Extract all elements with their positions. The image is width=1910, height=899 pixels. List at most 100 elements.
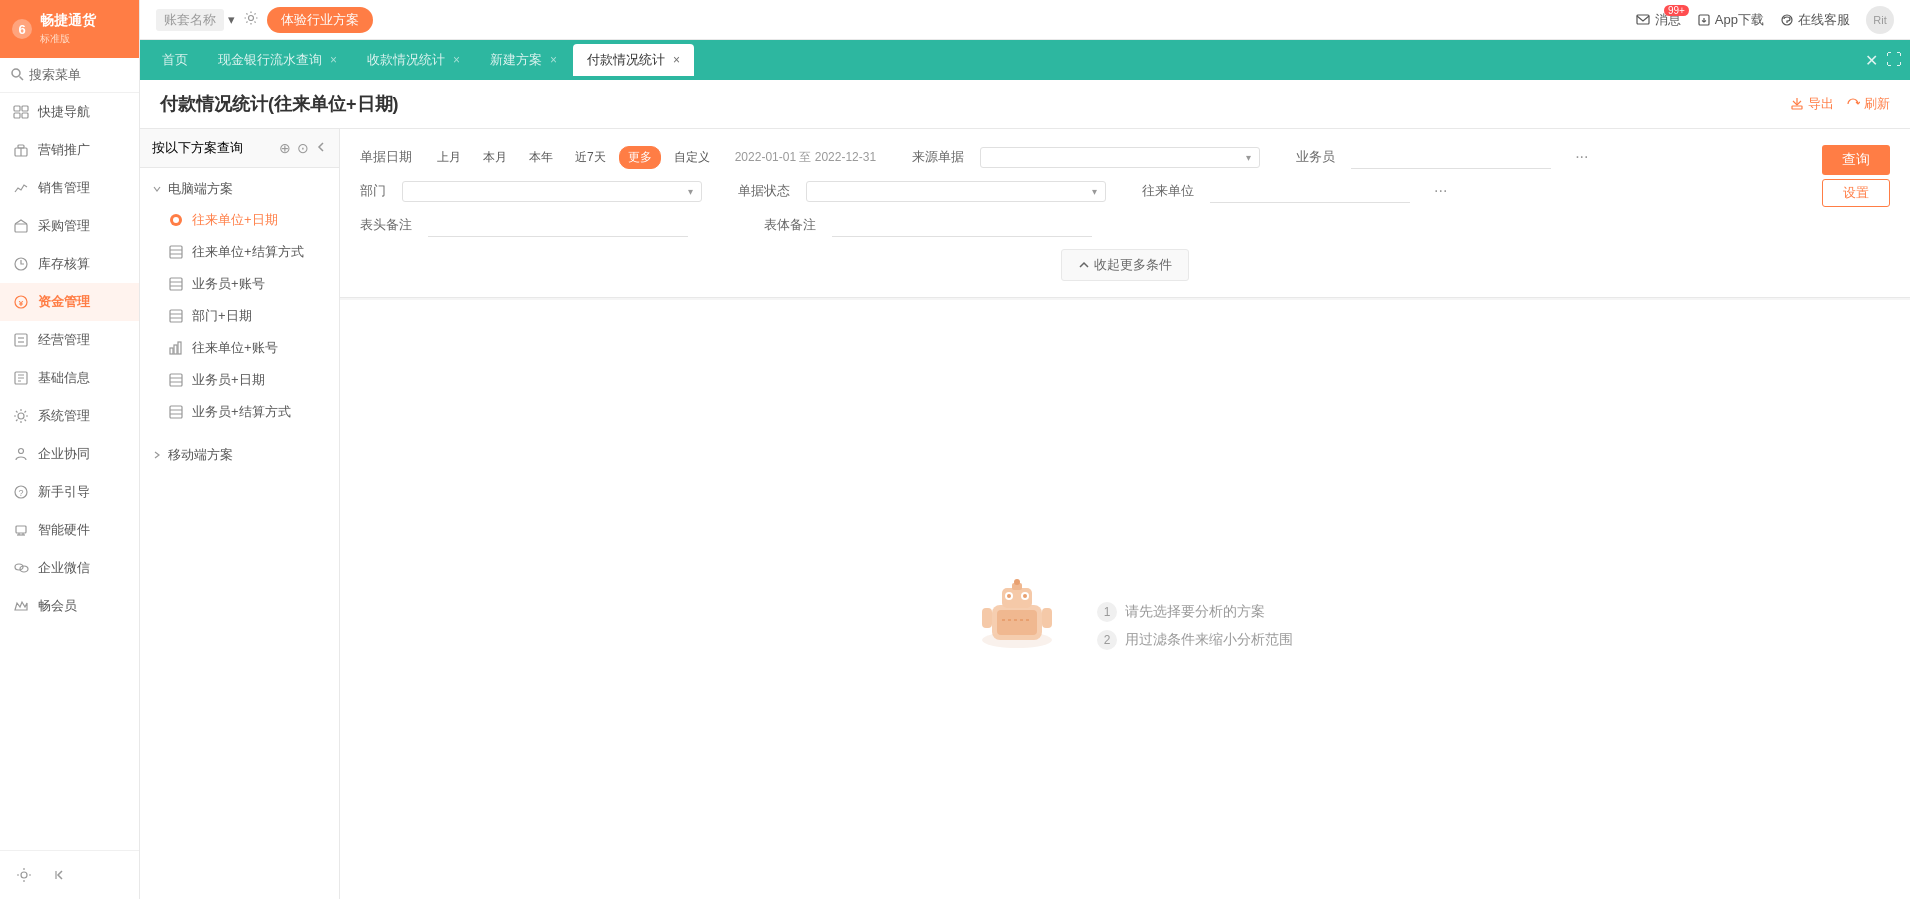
tab-cash-flow[interactable]: 现金银行流水查询 × — [204, 44, 351, 76]
trial-btn[interactable]: 体验行业方案 — [267, 7, 373, 33]
scheme-item-staff-account[interactable]: 业务员+账号 — [140, 268, 339, 300]
tab-new-scheme-label: 新建方案 — [490, 51, 542, 69]
tab-cash-flow-close[interactable]: × — [330, 53, 337, 67]
empty-state: 1 请先选择要分析的方案 2 用过滤条件来缩小分析范围 — [340, 300, 1910, 899]
table-body-remark-label: 表体备注 — [764, 216, 816, 234]
tab-payment-stat[interactable]: 付款情况统计 × — [573, 44, 694, 76]
sidebar-item-label: 畅会员 — [38, 597, 77, 615]
sidebar-item-label: 采购管理 — [38, 217, 90, 235]
source-select[interactable]: ▾ — [980, 147, 1260, 168]
sidebar-item-marketing[interactable]: 营销推广 — [0, 131, 139, 169]
refresh-btn[interactable]: 刷新 — [1846, 95, 1890, 113]
scheme-item-unit-settle[interactable]: 往来单位+结算方式 — [140, 236, 339, 268]
table-scheme-icon — [168, 404, 184, 420]
account-name: 账套名称 — [156, 9, 224, 31]
svg-point-30 — [15, 564, 23, 570]
topbar-right: 消息 99+ App下载 在线客服 Rit — [1635, 6, 1894, 34]
table-body-remark-input[interactable] — [832, 213, 1092, 237]
page-header-actions: 导出 刷新 — [1790, 95, 1890, 113]
scheme-settings-btn[interactable]: ⊙ — [297, 140, 309, 156]
sidebar-item-guide[interactable]: ? 新手引导 — [0, 473, 139, 511]
sidebar-item-wechat[interactable]: 企业微信 — [0, 549, 139, 587]
export-btn[interactable]: 导出 — [1790, 95, 1834, 113]
tab-collection-stat[interactable]: 收款情况统计 × — [353, 44, 474, 76]
sidebar-item-enterprise[interactable]: 企业协同 — [0, 435, 139, 473]
refresh-btn-label: 刷新 — [1864, 95, 1890, 113]
tab-new-scheme[interactable]: 新建方案 × — [476, 44, 571, 76]
scheme-item-unit-account[interactable]: 往来单位+账号 — [140, 332, 339, 364]
scheme-item-dept-date[interactable]: 部门+日期 — [140, 300, 339, 332]
query-btn[interactable]: 查询 — [1822, 145, 1890, 175]
online-support-label: 在线客服 — [1798, 11, 1850, 29]
sidebar-item-finance[interactable]: ¥ 资金管理 — [0, 283, 139, 321]
svg-text:?: ? — [18, 488, 23, 498]
table-scheme-icon — [168, 276, 184, 292]
messages-btn[interactable]: 消息 99+ — [1635, 11, 1681, 29]
scheme-item-unit-date[interactable]: 往来单位+日期 — [140, 204, 339, 236]
tab-payment-stat-close[interactable]: × — [673, 53, 680, 67]
doc-status-select-arrow: ▾ — [1092, 186, 1097, 197]
avatar[interactable]: Rit — [1866, 6, 1894, 34]
date-pill-this-year[interactable]: 本年 — [520, 146, 562, 169]
sidebar-item-quick-nav[interactable]: 快捷导航 — [0, 93, 139, 131]
mobile-group-label: 移动端方案 — [168, 446, 233, 464]
svg-point-67 — [1007, 594, 1011, 598]
sidebar-item-purchase[interactable]: 采购管理 — [0, 207, 139, 245]
doc-status-select[interactable]: ▾ — [806, 181, 1106, 202]
tab-new-scheme-close[interactable]: × — [550, 53, 557, 67]
app-version: 标准版 — [40, 32, 96, 46]
svg-rect-4 — [14, 106, 20, 111]
sidebar-item-label: 销售管理 — [38, 179, 90, 197]
sidebar-item-basic-info[interactable]: 基础信息 — [0, 359, 139, 397]
date-pill-last-7days[interactable]: 近7天 — [566, 146, 615, 169]
dept-select[interactable]: ▾ — [402, 181, 702, 202]
date-pill-this-month[interactable]: 本月 — [474, 146, 516, 169]
app-download-btn[interactable]: App下载 — [1697, 11, 1764, 29]
svg-rect-49 — [170, 310, 182, 322]
account-selector[interactable]: 账套名称 ▾ — [156, 9, 235, 31]
sidebar-item-operation[interactable]: 经营管理 — [0, 321, 139, 359]
settings-footer-btn[interactable] — [10, 861, 38, 889]
date-pill-custom[interactable]: 自定义 — [665, 146, 719, 169]
filter-row-dept: 部门 ▾ 单据状态 ▾ 往来单位 — [360, 179, 1806, 203]
filter-settings-btn[interactable]: 设置 — [1822, 179, 1890, 207]
online-support-btn[interactable]: 在线客服 — [1780, 11, 1850, 29]
svg-point-68 — [1023, 594, 1027, 598]
staff-dots[interactable]: ··· — [1575, 148, 1588, 166]
mobile-group-toggle[interactable]: 移动端方案 — [140, 440, 339, 470]
tab-home[interactable]: 首页 — [148, 44, 202, 76]
collapse-more-btn[interactable]: 收起更多条件 — [1061, 249, 1189, 281]
sidebar-item-vip[interactable]: 畅会员 — [0, 587, 139, 625]
tab-collection-stat-close[interactable]: × — [453, 53, 460, 67]
app-download-label: App下载 — [1715, 11, 1764, 29]
scheme-item-staff-settle[interactable]: 业务员+结算方式 — [140, 396, 339, 428]
topbar-left: 账套名称 ▾ 体验行业方案 — [156, 7, 1623, 33]
search-icon — [10, 67, 24, 84]
table-scheme-icon — [168, 244, 184, 260]
date-filter-label: 单据日期 — [360, 148, 412, 166]
sidebar-item-inventory[interactable]: 库存核算 — [0, 245, 139, 283]
sidebar-item-sales[interactable]: 销售管理 — [0, 169, 139, 207]
close-all-tabs-btn[interactable]: ✕ — [1865, 51, 1878, 70]
gear-icon[interactable] — [243, 10, 259, 29]
maximize-btn[interactable]: ⛶ — [1886, 51, 1902, 70]
scheme-item-staff-date[interactable]: 业务员+日期 — [140, 364, 339, 396]
desktop-group-toggle[interactable]: 电脑端方案 — [140, 174, 339, 204]
sidebar-item-hardware[interactable]: 智能硬件 — [0, 511, 139, 549]
related-unit-dots[interactable]: ··· — [1434, 182, 1447, 200]
empty-tip-1: 1 请先选择要分析的方案 — [1097, 602, 1293, 622]
sidebar-item-label: 快捷导航 — [38, 103, 90, 121]
svg-point-31 — [20, 566, 28, 572]
table-header-remark-input[interactable] — [428, 213, 688, 237]
add-scheme-btn[interactable]: ⊕ — [279, 140, 291, 156]
related-unit-filter-label: 往来单位 — [1142, 182, 1194, 200]
left-panel-collapse-btn[interactable] — [315, 140, 327, 156]
desktop-scheme-group: 电脑端方案 往来单位+日期 往来单位+结算方式 — [140, 168, 339, 434]
date-pill-last-month[interactable]: 上月 — [428, 146, 470, 169]
sidebar-item-search[interactable]: 搜索菜单 — [0, 58, 139, 93]
date-pill-more[interactable]: 更多 — [619, 146, 661, 169]
staff-input[interactable] — [1351, 145, 1551, 169]
sidebar-item-system[interactable]: 系统管理 — [0, 397, 139, 435]
collapse-sidebar-btn[interactable] — [46, 861, 74, 889]
related-unit-input[interactable] — [1210, 179, 1410, 203]
